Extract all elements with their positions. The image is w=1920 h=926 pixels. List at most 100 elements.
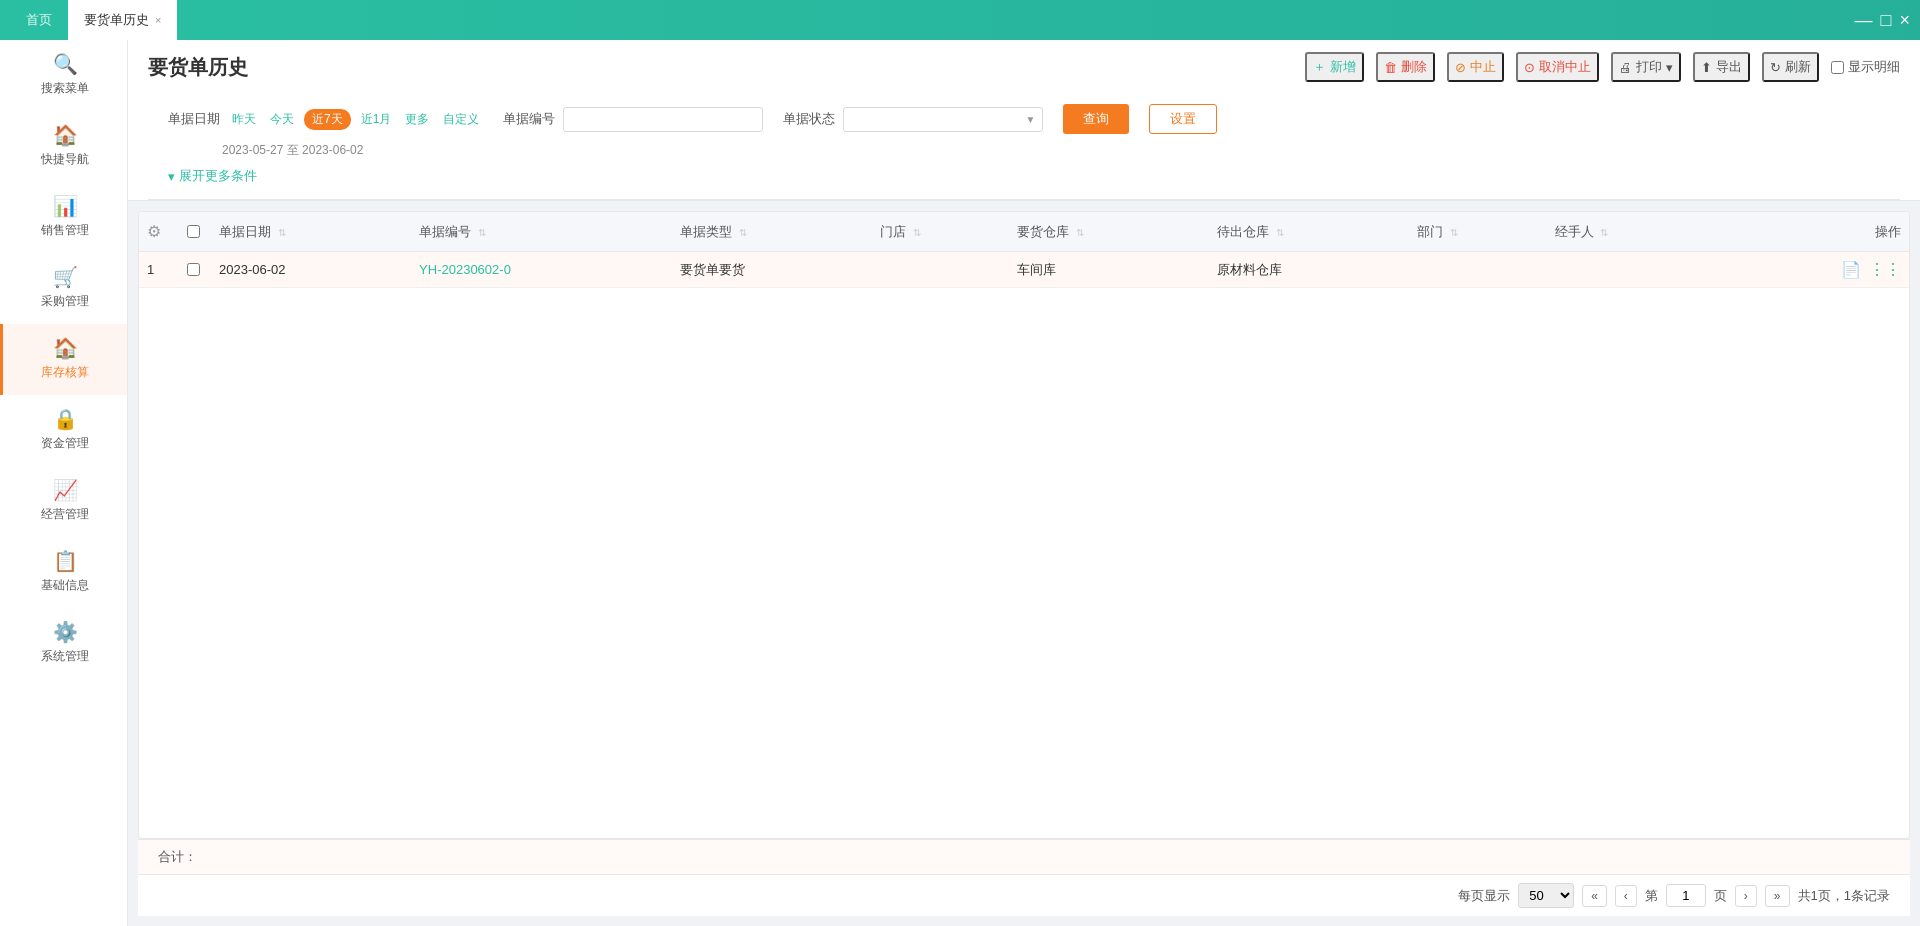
th-doc-type[interactable]: 单据类型 ⇅: [672, 212, 872, 252]
refresh-button[interactable]: ↻ 刷新: [1762, 52, 1819, 82]
table-row: 1 2023-06-02 YH-20230602-0 要货单要货 车间库: [139, 252, 1909, 288]
th-doc-date[interactable]: 单据日期 ⇅: [211, 212, 411, 252]
sidebar-item-quick-nav[interactable]: 🏠 快捷导航: [0, 111, 127, 182]
th-department-label: 部门: [1417, 224, 1443, 239]
data-table-container: ⚙ 单据日期 ⇅ 单据编号 ⇅: [138, 211, 1910, 839]
td-doc-date: 2023-06-02: [211, 252, 411, 288]
th-doc-no[interactable]: 单据编号 ⇅: [411, 212, 672, 252]
stop-button[interactable]: ⊘ 中止: [1447, 52, 1504, 82]
table-header-row: ⚙ 单据日期 ⇅ 单据编号 ⇅: [139, 212, 1909, 252]
th-checkbox: [175, 212, 211, 252]
tab-home[interactable]: 首页: [10, 0, 68, 40]
page-label-end: 页: [1714, 887, 1727, 905]
finance-icon: 🔒: [53, 409, 78, 429]
status-select-wrapper: [843, 107, 1043, 132]
column-settings-icon[interactable]: ⚙: [147, 223, 161, 240]
date-shortcuts: 昨天 今天 近7天 近1月 更多 自定义: [228, 109, 483, 130]
sidebar-item-basics[interactable]: 📋 基础信息: [0, 537, 127, 608]
show-detail-checkbox[interactable]: [1831, 61, 1844, 74]
content-area: 要货单历史 ＋ 新增 🗑 删除 ⊘ 中止 ⊙: [128, 40, 1920, 926]
inventory-icon: 🏠: [53, 338, 78, 358]
th-pending-warehouse-label: 待出仓库: [1217, 224, 1269, 239]
total-info: 共1页，1条记录: [1798, 887, 1890, 905]
print-icon: 🖨: [1619, 60, 1632, 75]
td-store: [872, 252, 1009, 288]
tab-requisition-history[interactable]: 要货单历史 ×: [68, 0, 177, 40]
close-window-icon[interactable]: ×: [1899, 10, 1910, 31]
pagination: 每页显示 20 50 100 « ‹ 第 页 › » 共1页，1条记录: [138, 874, 1910, 916]
show-detail-toggle[interactable]: 显示明细: [1831, 58, 1900, 76]
tab-active-label: 要货单历史: [84, 11, 149, 29]
main-layout: 🔍 搜索菜单 🏠 快捷导航 📊 销售管理 🛒 采购管理 🏠 库存核算 🔒 资金管…: [0, 40, 1920, 926]
next-page-btn[interactable]: ›: [1735, 885, 1757, 907]
sidebar-label-search-menu: 搜索菜单: [41, 80, 89, 97]
row-more-icon[interactable]: ⋮⋮: [1869, 260, 1901, 279]
shortcut-today[interactable]: 今天: [266, 109, 298, 130]
new-icon: ＋: [1313, 58, 1326, 76]
maximize-icon[interactable]: □: [1881, 10, 1892, 31]
page-title: 要货单历史: [148, 54, 248, 81]
td-doc-type: 要货单要货: [672, 252, 872, 288]
row-edit-icon[interactable]: 📄: [1841, 260, 1861, 279]
sidebar-item-operations[interactable]: 📈 经营管理: [0, 466, 127, 537]
th-handler[interactable]: 经手人 ⇅: [1547, 212, 1716, 252]
page-input[interactable]: [1666, 884, 1706, 907]
sidebar-item-search-menu[interactable]: 🔍 搜索菜单: [0, 40, 127, 111]
td-actions: 📄 ⋮⋮: [1715, 252, 1909, 288]
print-button[interactable]: 🖨 打印 ▾: [1611, 52, 1681, 82]
sidebar-item-purchase[interactable]: 🛒 采购管理: [0, 253, 127, 324]
shortcut-1month[interactable]: 近1月: [357, 109, 396, 130]
shortcut-more[interactable]: 更多: [401, 109, 433, 130]
table-body: 1 2023-06-02 YH-20230602-0 要货单要货 车间库: [139, 252, 1909, 288]
doc-no-link[interactable]: YH-20230602-0: [419, 262, 511, 277]
select-all-checkbox[interactable]: [187, 225, 200, 238]
refresh-icon: ↻: [1770, 60, 1781, 75]
delete-label: 删除: [1401, 58, 1427, 76]
th-doc-type-sort-icon: ⇅: [739, 227, 747, 238]
prev-page-btn[interactable]: ‹: [1615, 885, 1637, 907]
doc-no-input[interactable]: [563, 107, 763, 132]
shortcut-yesterday[interactable]: 昨天: [228, 109, 260, 130]
query-button[interactable]: 查询: [1063, 104, 1129, 134]
sidebar-item-finance[interactable]: 🔒 资金管理: [0, 395, 127, 466]
quick-nav-icon: 🏠: [53, 125, 78, 145]
footer-sum: 合计：: [138, 839, 1910, 874]
th-pending-warehouse[interactable]: 待出仓库 ⇅: [1209, 212, 1409, 252]
th-req-warehouse[interactable]: 要货仓库 ⇅: [1009, 212, 1209, 252]
sidebar-label-purchase: 采购管理: [41, 293, 89, 310]
export-icon: ⬆: [1701, 60, 1712, 75]
cancel-stop-button[interactable]: ⊙ 取消中止: [1516, 52, 1599, 82]
sidebar-item-system[interactable]: ⚙️ 系统管理: [0, 608, 127, 679]
shortcut-custom[interactable]: 自定义: [439, 109, 483, 130]
purchase-icon: 🛒: [53, 267, 78, 287]
shortcut-7days[interactable]: 近7天: [304, 109, 351, 130]
sidebar-label-basics: 基础信息: [41, 577, 89, 594]
new-button[interactable]: ＋ 新增: [1305, 52, 1364, 82]
td-checkbox: [175, 252, 211, 288]
export-button[interactable]: ⬆ 导出: [1693, 52, 1750, 82]
delete-button[interactable]: 🗑 删除: [1376, 52, 1435, 82]
td-req-warehouse: 车间库: [1009, 252, 1209, 288]
first-page-btn[interactable]: «: [1582, 885, 1607, 907]
minimize-icon[interactable]: —: [1855, 10, 1873, 31]
th-store[interactable]: 门店 ⇅: [872, 212, 1009, 252]
date-label: 单据日期: [168, 110, 220, 128]
system-icon: ⚙️: [53, 622, 78, 642]
row-checkbox[interactable]: [187, 263, 200, 276]
per-page-select[interactable]: 20 50 100: [1518, 883, 1574, 908]
th-department[interactable]: 部门 ⇅: [1409, 212, 1546, 252]
sidebar-item-sales[interactable]: 📊 销售管理: [0, 182, 127, 253]
th-req-warehouse-label: 要货仓库: [1017, 224, 1069, 239]
per-page-label: 每页显示: [1458, 887, 1510, 905]
page-header: 要货单历史 ＋ 新增 🗑 删除 ⊘ 中止 ⊙: [128, 40, 1920, 201]
expand-filters-btn[interactable]: ▾ 展开更多条件: [168, 163, 1880, 189]
th-gear[interactable]: ⚙: [139, 212, 175, 252]
last-page-btn[interactable]: »: [1765, 885, 1790, 907]
settings-button[interactable]: 设置: [1149, 104, 1217, 134]
tab-close-icon[interactable]: ×: [155, 14, 161, 26]
sales-icon: 📊: [53, 196, 78, 216]
th-store-label: 门店: [880, 224, 906, 239]
th-pending-warehouse-sort-icon: ⇅: [1276, 227, 1284, 238]
sidebar-item-inventory[interactable]: 🏠 库存核算: [0, 324, 127, 395]
status-select[interactable]: [843, 107, 1043, 132]
